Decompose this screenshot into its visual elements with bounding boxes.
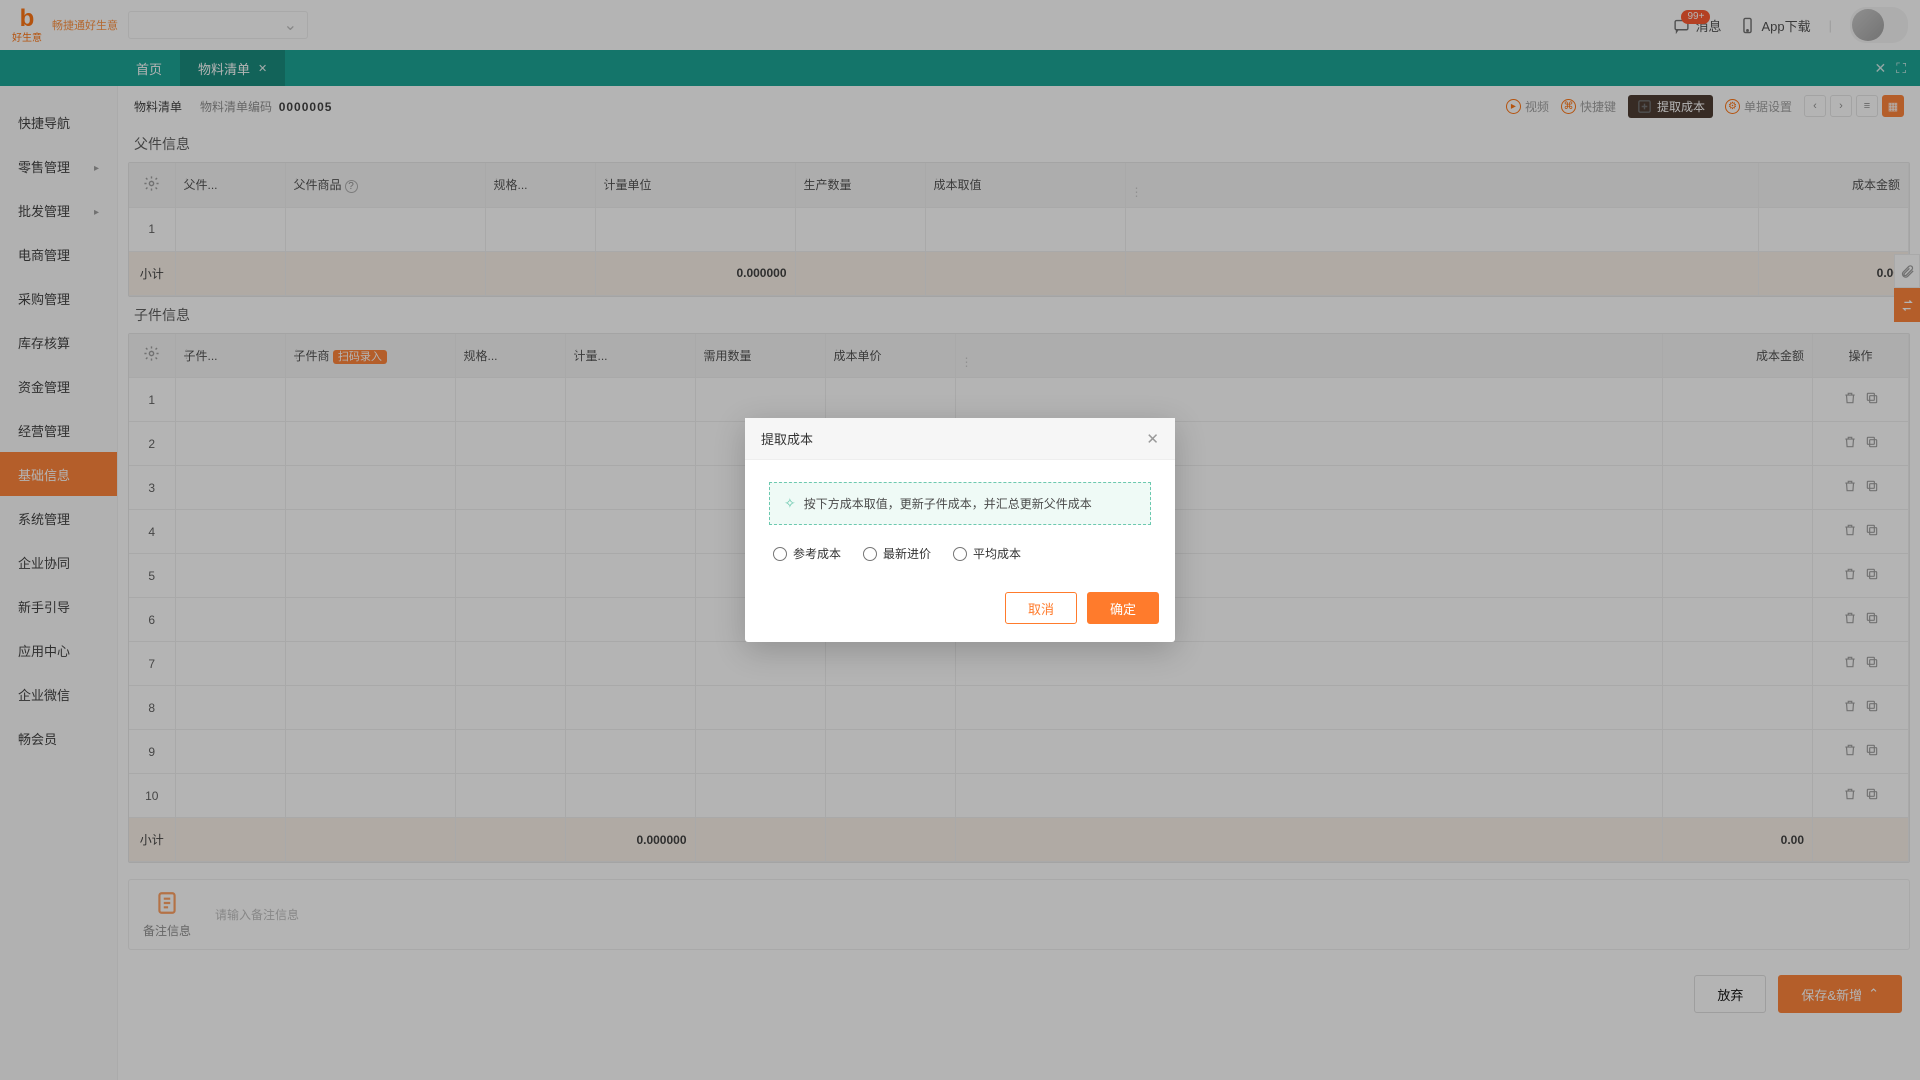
radio-latestprice[interactable]: 最新进价 bbox=[863, 545, 931, 562]
modal-close-button[interactable]: ✕ bbox=[1146, 430, 1159, 448]
extract-cost-modal: 提取成本 ✕ ✧ 按下方成本取值，更新子件成本，并汇总更新父件成本 参考成本 最… bbox=[745, 418, 1175, 642]
radio-refcost[interactable]: 参考成本 bbox=[773, 545, 841, 562]
lightbulb-icon: ✧ bbox=[784, 495, 796, 512]
modal-confirm-button[interactable]: 确定 bbox=[1087, 592, 1159, 624]
modal-cancel-button[interactable]: 取消 bbox=[1005, 592, 1077, 624]
modal-hint: ✧ 按下方成本取值，更新子件成本，并汇总更新父件成本 bbox=[769, 482, 1151, 525]
radio-avgcost[interactable]: 平均成本 bbox=[953, 545, 1021, 562]
modal-title: 提取成本 bbox=[761, 429, 813, 448]
